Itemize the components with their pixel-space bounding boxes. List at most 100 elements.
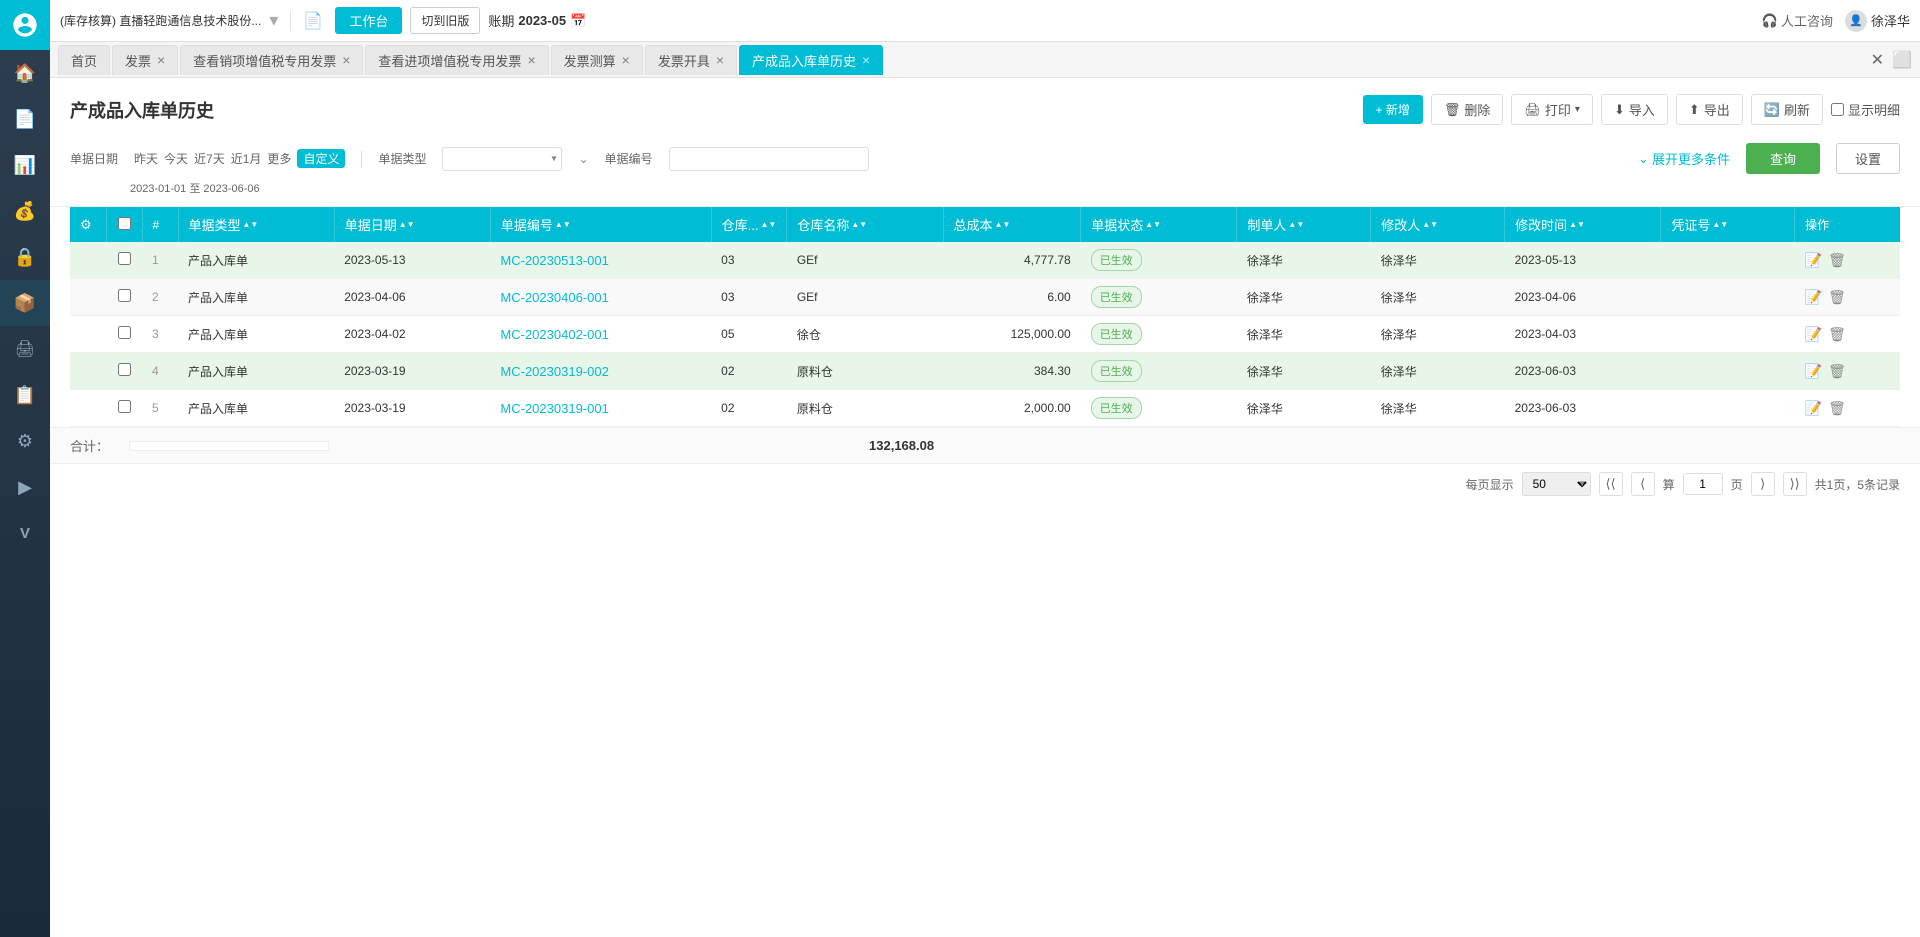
edit-op-button[interactable]: 📝 — [1805, 289, 1822, 306]
page-input[interactable] — [1683, 473, 1723, 495]
refresh-button[interactable]: 🔄 刷新 — [1751, 94, 1823, 125]
row-checkbox-2[interactable] — [118, 289, 131, 302]
col-wh-code[interactable]: 仓库... ▲▼ — [711, 207, 787, 242]
workbench-button[interactable]: 工作台 — [335, 7, 402, 34]
tab-sales-invoice[interactable]: 查看销项增值税专用发票 × — [180, 45, 363, 75]
sidebar-item-chart[interactable]: 📊 — [0, 142, 50, 188]
edit-op-button[interactable]: 📝 — [1805, 400, 1822, 417]
tab-invoice-open[interactable]: 发票开具 × — [645, 45, 737, 75]
sidebar-item-settings[interactable]: ⚙ — [0, 418, 50, 464]
col-status[interactable]: 单据状态 ▲▼ — [1081, 207, 1237, 242]
shortcut-today[interactable]: 今天 — [164, 150, 188, 167]
edit-op-button[interactable]: 📝 — [1805, 363, 1822, 380]
query-button[interactable]: 查询 — [1746, 143, 1820, 174]
delete-op-button[interactable]: 🗑 — [1828, 326, 1846, 343]
delete-op-button[interactable]: 🗑 — [1828, 252, 1846, 269]
select-all-checkbox[interactable] — [118, 217, 131, 230]
cell-checkbox[interactable] — [106, 390, 142, 427]
delete-op-button[interactable]: 🗑 — [1828, 400, 1846, 417]
window-close-icon[interactable]: ✕ — [1871, 50, 1884, 70]
cell-checkbox[interactable] — [106, 316, 142, 353]
col-date[interactable]: 单据日期 ▲▼ — [334, 207, 490, 242]
col-wh-name[interactable]: 仓库名称 ▲▼ — [787, 207, 943, 242]
number-link[interactable]: MC-20230406-001 — [500, 290, 608, 305]
shortcut-7days[interactable]: 近7天 — [194, 150, 225, 167]
print-button[interactable]: 🖨 打印 ▾ — [1511, 94, 1593, 125]
cell-checkbox[interactable] — [106, 242, 142, 279]
cell-checkbox[interactable] — [106, 353, 142, 390]
number-link[interactable]: MC-20230402-001 — [500, 327, 608, 342]
col-modify-time[interactable]: 修改时间 ▲▼ — [1505, 207, 1661, 242]
tab-invoice-calc[interactable]: 发票测算 × — [551, 45, 643, 75]
cell-number[interactable]: MC-20230402-001 — [490, 316, 711, 353]
type-select[interactable] — [442, 147, 562, 171]
edit-op-button[interactable]: 📝 — [1805, 326, 1822, 343]
number-link[interactable]: MC-20230513-001 — [500, 253, 608, 268]
col-creator[interactable]: 制单人 ▲▼ — [1237, 207, 1371, 242]
col-modifier[interactable]: 修改人 ▲▼ — [1371, 207, 1505, 242]
cell-number[interactable]: MC-20230513-001 — [490, 242, 711, 279]
window-maximize-icon[interactable]: ⬜ — [1892, 50, 1912, 70]
row-checkbox-4[interactable] — [118, 363, 131, 376]
prev-version-button[interactable]: 切到旧版 — [410, 7, 480, 34]
shortcut-more[interactable]: 更多 — [267, 150, 291, 167]
tab-close-sales[interactable]: × — [342, 53, 350, 67]
page-prev-button[interactable]: ⟨ — [1631, 472, 1655, 496]
import-button[interactable]: ⬇ 导入 — [1601, 94, 1668, 125]
app-logo[interactable] — [0, 0, 50, 50]
sidebar-item-play[interactable]: ▶ — [0, 464, 50, 510]
cell-number[interactable]: MC-20230319-002 — [490, 353, 711, 390]
per-page-select[interactable]: 50 20 100 — [1522, 472, 1591, 496]
tab-invoice[interactable]: 发票 × — [112, 45, 178, 75]
cell-checkbox[interactable] — [106, 279, 142, 316]
col-settings[interactable]: ⚙ — [70, 207, 106, 242]
user-menu[interactable]: 👤 徐泽华 — [1845, 10, 1910, 32]
row-checkbox-5[interactable] — [118, 400, 131, 413]
row-checkbox-1[interactable] — [118, 252, 131, 265]
tab-close-purchase[interactable]: × — [527, 53, 535, 67]
sidebar-item-inventory[interactable]: 📦 — [0, 280, 50, 326]
set-button[interactable]: 设置 — [1836, 143, 1900, 174]
sidebar-item-home[interactable]: 🏠 — [0, 50, 50, 96]
tab-product-history[interactable]: 产成品入库单历史 × — [739, 45, 883, 75]
sidebar-item-lock[interactable]: 🔒 — [0, 234, 50, 280]
col-voucher[interactable]: 凭证号 ▲▼ — [1661, 207, 1795, 242]
shortcut-1month[interactable]: 近1月 — [231, 150, 262, 167]
expand-more-btn[interactable]: ⌄ 展开更多条件 — [1638, 149, 1730, 168]
tab-close-calc[interactable]: × — [622, 53, 630, 67]
export-button[interactable]: ⬆ 导出 — [1676, 94, 1743, 125]
col-cost[interactable]: 总成本 ▲▼ — [943, 207, 1081, 242]
tab-close-history[interactable]: × — [862, 53, 870, 67]
display-detail-toggle[interactable]: 显示明细 — [1831, 100, 1900, 119]
shortcut-yesterday[interactable]: 昨天 — [134, 150, 158, 167]
col-number[interactable]: 单据编号 ▲▼ — [490, 207, 711, 242]
page-last-button[interactable]: ⟩⟩ — [1783, 472, 1807, 496]
page-next-button[interactable]: ⟩ — [1751, 472, 1775, 496]
number-filter-input[interactable] — [669, 147, 869, 171]
company-dropdown-icon[interactable]: ▾ — [269, 10, 278, 31]
number-link[interactable]: MC-20230319-002 — [500, 364, 608, 379]
sidebar-item-stamp[interactable]: 🖨 — [0, 326, 50, 372]
edit-op-button[interactable]: 📝 — [1805, 252, 1822, 269]
tab-close-invoice[interactable]: × — [157, 53, 165, 67]
new-button[interactable]: + 新增 — [1363, 95, 1423, 124]
page-first-button[interactable]: ⟨⟨ — [1599, 472, 1623, 496]
sidebar-item-v[interactable]: V — [0, 510, 50, 556]
sidebar-item-finance[interactable]: 💰 — [0, 188, 50, 234]
doc-icon[interactable]: 📄 — [303, 11, 323, 31]
shortcut-custom[interactable]: 自定义 — [297, 149, 345, 168]
delete-button[interactable]: 🗑 删除 — [1431, 94, 1504, 125]
sidebar-item-list[interactable]: 📋 — [0, 372, 50, 418]
delete-op-button[interactable]: 🗑 — [1828, 363, 1846, 380]
help-button[interactable]: 🎧 人工咨询 — [1762, 11, 1833, 30]
col-checkbox[interactable] — [106, 207, 142, 242]
delete-op-button[interactable]: 🗑 — [1828, 289, 1846, 306]
display-detail-checkbox[interactable] — [1831, 103, 1844, 116]
tab-home[interactable]: 首页 — [58, 45, 110, 75]
cell-number[interactable]: MC-20230319-001 — [490, 390, 711, 427]
tab-close-open[interactable]: × — [716, 53, 724, 67]
col-type[interactable]: 单据类型 ▲▼ — [178, 207, 334, 242]
tab-purchase-invoice[interactable]: 查看进项增值税专用发票 × — [365, 45, 548, 75]
cell-number[interactable]: MC-20230406-001 — [490, 279, 711, 316]
period-calendar-icon[interactable]: 📅 — [570, 13, 586, 29]
